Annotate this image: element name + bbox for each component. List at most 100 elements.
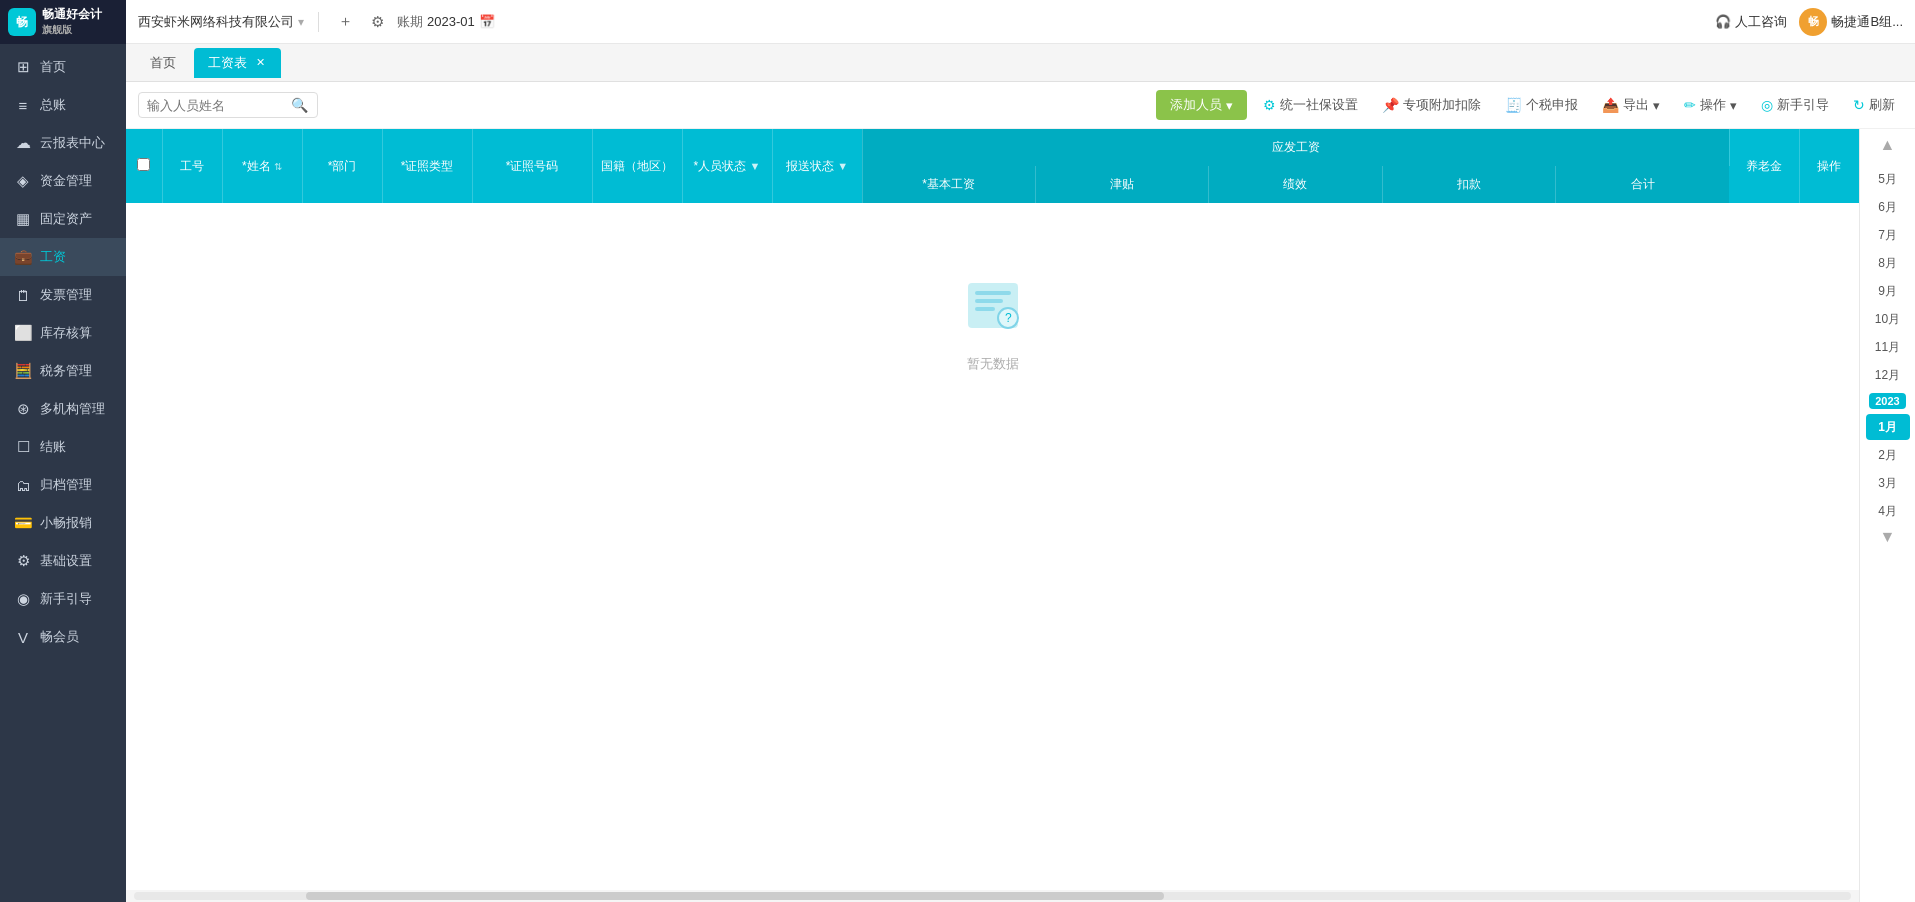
invoice-icon: 🗒 xyxy=(14,287,32,304)
sidebar-item-close[interactable]: ☐ 结账 xyxy=(0,428,126,466)
main-area: 西安虾米网络科技有限公司 ▾ ＋ ⚙ 账期 2023-01 📅 🎧 人工咨询 畅… xyxy=(126,0,1915,902)
special-deduct-button[interactable]: 📌 专项附加扣除 xyxy=(1374,91,1489,119)
sidebar-item-fixed-assets[interactable]: ▦ 固定资产 xyxy=(0,200,126,238)
company-name: 西安虾米网络科技有限公司 xyxy=(138,13,294,31)
table-wrap: 工号 *姓名 ⇅ *部门 *证照类型 *证照号码 国籍（地区） xyxy=(126,129,1859,890)
sidebar-item-home[interactable]: ⊞ 首页 xyxy=(0,48,126,86)
sidebar-item-cloud-report[interactable]: ☁ 云报表中心 xyxy=(0,124,126,162)
social-security-label: 统一社保设置 xyxy=(1280,96,1358,114)
sidebar-item-settings[interactable]: ⚙ 基础设置 xyxy=(0,542,126,580)
app-logo: 畅 畅通好会计 旗舰版 xyxy=(0,0,126,44)
user-menu[interactable]: 畅 畅捷通B组... xyxy=(1799,8,1903,36)
th-checkbox[interactable] xyxy=(126,129,162,203)
month-3[interactable]: 3月 xyxy=(1866,470,1910,496)
archive-icon: 🗂 xyxy=(14,477,32,494)
sidebar-item-archive[interactable]: 🗂 归档管理 xyxy=(0,466,126,504)
month-8[interactable]: 8月 xyxy=(1866,250,1910,276)
month-5[interactable]: 5月 xyxy=(1866,166,1910,192)
export-icon: 📤 xyxy=(1602,97,1619,113)
svg-rect-1 xyxy=(975,291,1011,295)
panel-up-arrow[interactable]: ▲ xyxy=(1876,133,1900,157)
company-selector[interactable]: 西安虾米网络科技有限公司 ▾ xyxy=(138,13,304,31)
help-button[interactable]: 🎧 人工咨询 xyxy=(1715,13,1787,31)
search-input[interactable] xyxy=(147,98,287,113)
empty-state: ? 暂无数据 xyxy=(126,203,1859,433)
user-label: 畅捷通B组... xyxy=(1831,13,1903,31)
sidebar-item-fund[interactable]: ◈ 资金管理 xyxy=(0,162,126,200)
bottom-scrollbar[interactable] xyxy=(126,890,1859,902)
month-12[interactable]: 12月 xyxy=(1866,362,1910,388)
period-value: 2023-01 xyxy=(427,14,475,29)
th-idtype: *证照类型 xyxy=(382,129,472,203)
sidebar-item-expense[interactable]: 💳 小畅报销 xyxy=(0,504,126,542)
sidebar-item-invoice[interactable]: 🗒 发票管理 xyxy=(0,276,126,314)
month-7[interactable]: 7月 xyxy=(1866,222,1910,248)
sidebar-item-tax[interactable]: 🧮 税务管理 xyxy=(0,352,126,390)
right-panel: ▲ 5月 6月 7月 8月 9月 10月 11月 12月 2023 1月 2月 … xyxy=(1859,129,1915,902)
personal-tax-button[interactable]: 🧾 个税申报 xyxy=(1497,91,1586,119)
special-deduct-label: 专项附加扣除 xyxy=(1403,96,1481,114)
new-guide-button[interactable]: ◎ 新手引导 xyxy=(1753,91,1837,119)
sidebar-item-label: 总账 xyxy=(40,96,66,114)
sidebar-item-member[interactable]: V 畅会员 xyxy=(0,618,126,656)
sidebar-item-label: 首页 xyxy=(40,58,66,76)
rstatus-filter-icon[interactable]: ▼ xyxy=(837,160,848,172)
month-11[interactable]: 11月 xyxy=(1866,334,1910,360)
sidebar-item-multi-org[interactable]: ⊛ 多机构管理 xyxy=(0,390,126,428)
settings-icon: ⚙ xyxy=(14,552,32,570)
th-name: *姓名 ⇅ xyxy=(222,129,302,203)
social-security-icon: ⚙ xyxy=(1263,97,1276,113)
sidebar-item-ledger[interactable]: ≡ 总账 xyxy=(0,86,126,124)
member-icon: V xyxy=(14,629,32,646)
multi-org-icon: ⊛ xyxy=(14,400,32,418)
settings-button[interactable]: ⚙ xyxy=(365,10,389,34)
close-period-icon: ☐ xyxy=(14,438,32,456)
calendar-icon[interactable]: 📅 xyxy=(479,14,495,29)
sidebar: 畅 畅通好会计 旗舰版 ⊞ 首页 ≡ 总账 ☁ 云报表中心 ◈ 资金管理 ▦ 固… xyxy=(0,0,126,902)
sidebar-item-guide[interactable]: ◉ 新手引导 xyxy=(0,580,126,618)
period-selector: 账期 2023-01 📅 xyxy=(397,13,495,31)
sidebar-item-inventory[interactable]: ⬜ 库存核算 xyxy=(0,314,126,352)
tax-icon: 🧮 xyxy=(14,362,32,380)
month-9[interactable]: 9月 xyxy=(1866,278,1910,304)
th-pstatus: *人员状态 ▼ xyxy=(682,129,772,203)
operations-dropdown-icon: ▾ xyxy=(1730,98,1737,113)
payroll-table: 工号 *姓名 ⇅ *部门 *证照类型 *证照号码 国籍（地区） xyxy=(126,129,1859,203)
sidebar-item-label: 新手引导 xyxy=(40,590,92,608)
pstatus-filter-icon[interactable]: ▼ xyxy=(750,160,761,172)
personal-tax-icon: 🧾 xyxy=(1505,97,1522,113)
select-all-checkbox[interactable] xyxy=(137,158,150,171)
tab-close-icon[interactable]: ✕ xyxy=(253,56,267,70)
tab-payroll-table[interactable]: 工资表 ✕ xyxy=(194,48,281,78)
th-performance: 绩效 xyxy=(1209,166,1382,203)
scrollbar-track xyxy=(134,892,1851,900)
month-2[interactable]: 2月 xyxy=(1866,442,1910,468)
th-total: 合计 xyxy=(1556,166,1729,203)
add-person-button[interactable]: 添加人员 ▾ xyxy=(1156,90,1247,120)
operations-button[interactable]: ✏ 操作 ▾ xyxy=(1676,91,1745,119)
topbar-divider-1 xyxy=(318,12,319,32)
new-guide-icon: ◎ xyxy=(1761,97,1773,113)
export-button[interactable]: 📤 导出 ▾ xyxy=(1594,91,1668,119)
user-avatar: 畅 xyxy=(1799,8,1827,36)
sidebar-item-label: 小畅报销 xyxy=(40,514,92,532)
month-4[interactable]: 4月 xyxy=(1866,498,1910,524)
month-10[interactable]: 10月 xyxy=(1866,306,1910,332)
refresh-button[interactable]: ↻ 刷新 xyxy=(1845,91,1903,119)
tab-home-label: 首页 xyxy=(150,54,176,72)
month-1[interactable]: 1月 xyxy=(1866,414,1910,440)
sidebar-item-label: 多机构管理 xyxy=(40,400,105,418)
social-security-button[interactable]: ⚙ 统一社保设置 xyxy=(1255,91,1366,119)
help-icon: 🎧 xyxy=(1715,14,1731,29)
month-6[interactable]: 6月 xyxy=(1866,194,1910,220)
app-name: 畅通好会计 xyxy=(42,7,102,23)
sidebar-item-payroll[interactable]: 💼 工资 xyxy=(0,238,126,276)
sidebar-item-label: 结账 xyxy=(40,438,66,456)
panel-down-arrow[interactable]: ▼ xyxy=(1876,525,1900,549)
add-company-button[interactable]: ＋ xyxy=(333,10,357,34)
th-idno: *证照号码 xyxy=(472,129,592,203)
th-action: 操作 xyxy=(1799,129,1859,203)
scrollbar-thumb xyxy=(306,892,1165,900)
tab-home[interactable]: 首页 xyxy=(136,48,190,78)
toolbar: 🔍 添加人员 ▾ ⚙ 统一社保设置 📌 专项附加扣除 🧾 个税申报 📤 导出 xyxy=(126,82,1915,129)
